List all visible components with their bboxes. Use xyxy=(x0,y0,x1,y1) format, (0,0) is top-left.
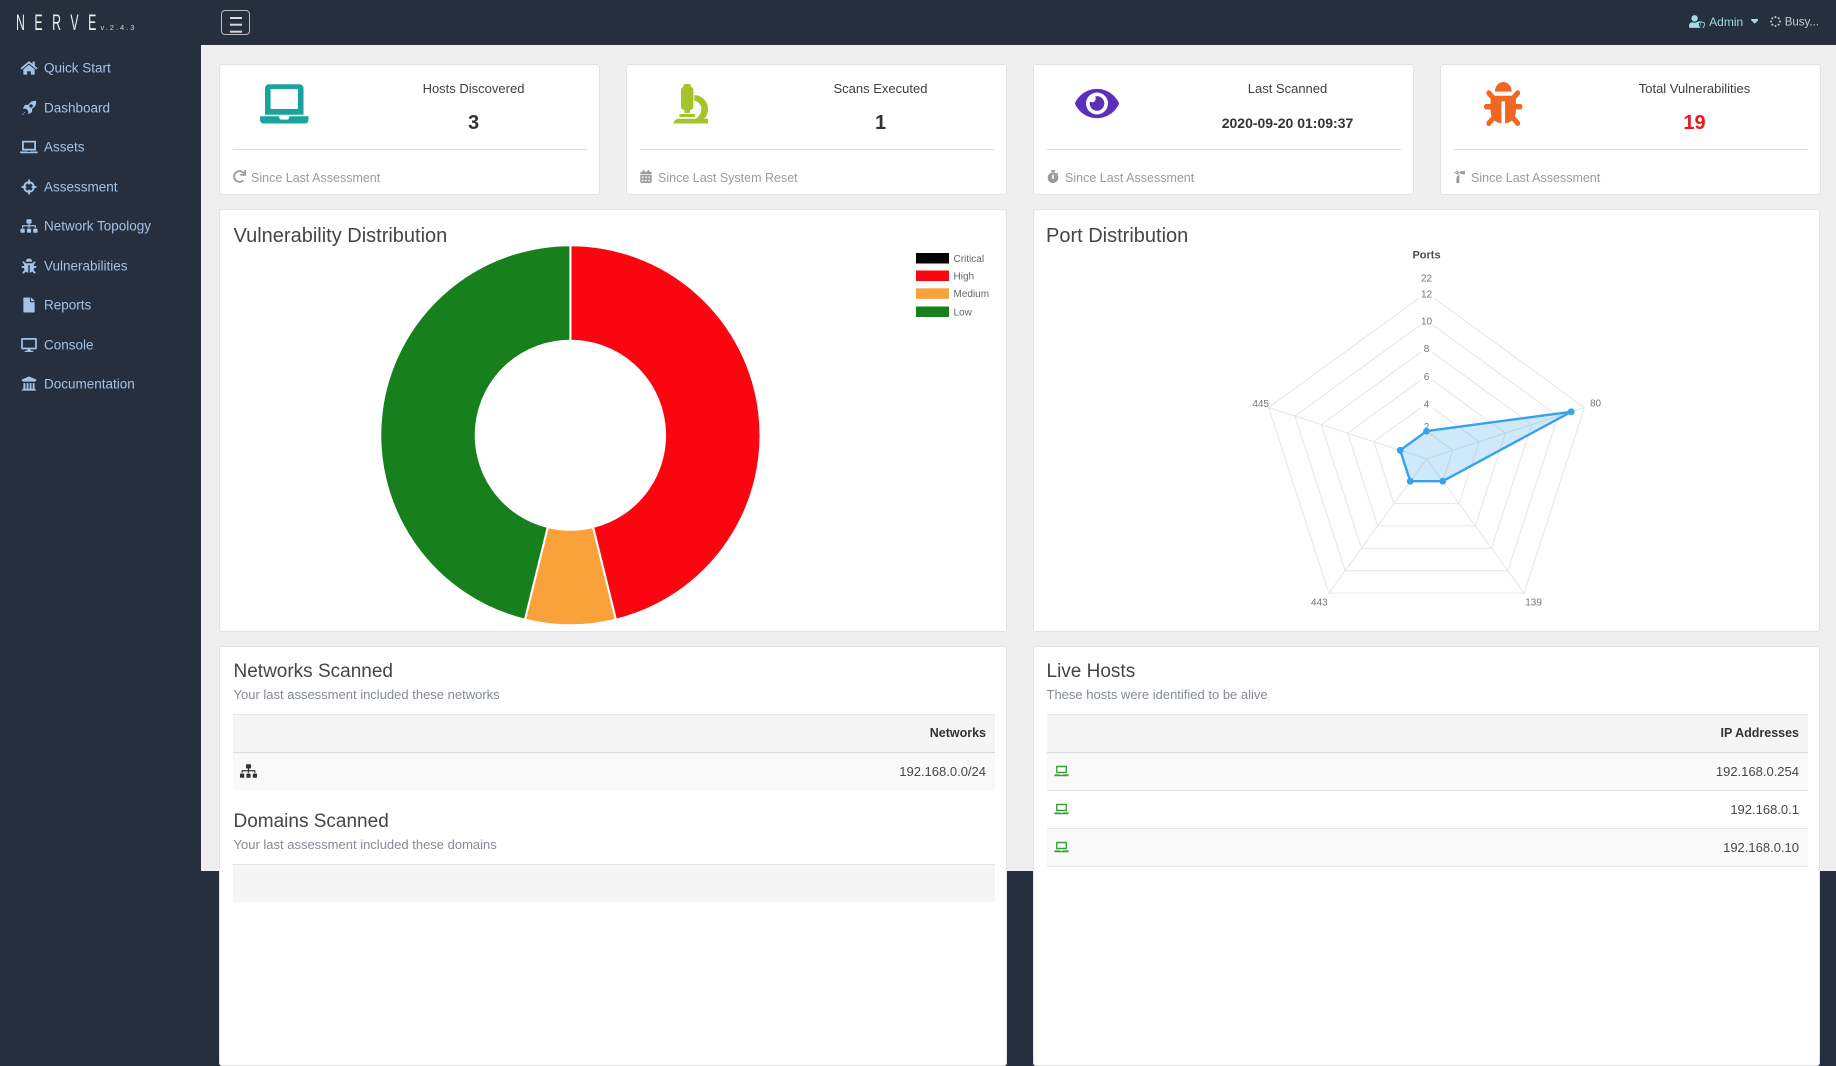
svg-text:4: 4 xyxy=(1424,399,1430,410)
svg-text:22: 22 xyxy=(1421,273,1433,284)
svg-text:80: 80 xyxy=(1590,398,1602,409)
svg-text:443: 443 xyxy=(1311,597,1328,608)
svg-text:139: 139 xyxy=(1525,597,1542,608)
svg-text:Critical: Critical xyxy=(954,253,985,264)
svg-text:10: 10 xyxy=(1421,316,1433,327)
svg-text:6: 6 xyxy=(1424,371,1430,382)
svg-text:Medium: Medium xyxy=(954,289,990,300)
svg-text:Low: Low xyxy=(954,307,973,318)
svg-text:Ports: Ports xyxy=(1412,249,1440,261)
svg-text:12: 12 xyxy=(1421,289,1433,300)
svg-text:445: 445 xyxy=(1252,399,1269,410)
svg-text:8: 8 xyxy=(1424,344,1430,355)
svg-text:High: High xyxy=(954,271,975,282)
